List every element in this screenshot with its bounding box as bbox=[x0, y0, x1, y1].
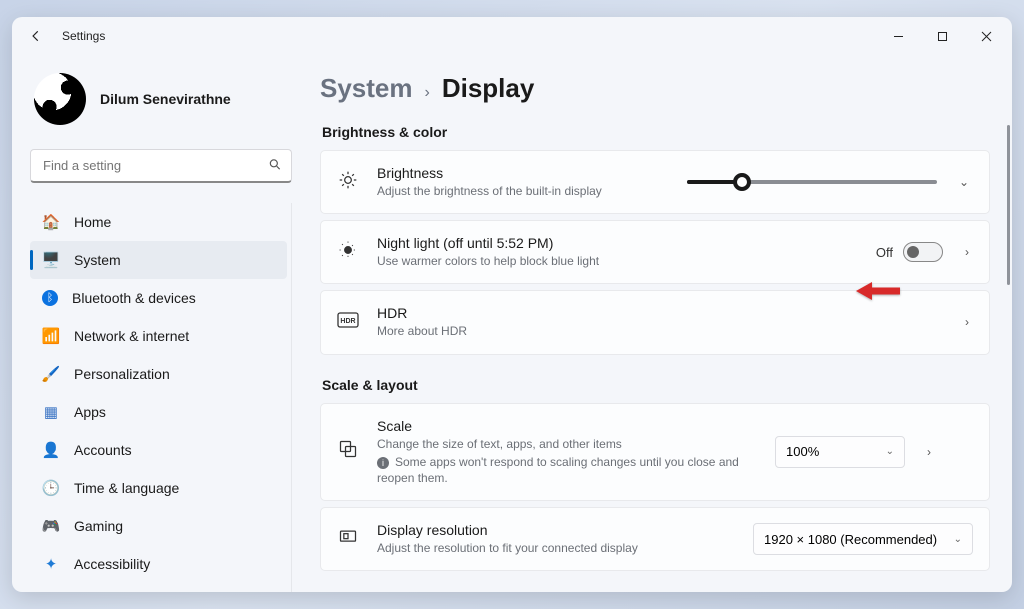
info-icon: i bbox=[377, 457, 389, 469]
sidebar-item-time[interactable]: 🕒 Time & language bbox=[30, 469, 287, 507]
hdr-title: HDR bbox=[377, 305, 943, 321]
night-light-desc: Use warmer colors to help block blue lig… bbox=[377, 253, 858, 269]
sidebar-item-label: Accounts bbox=[74, 442, 132, 458]
search-field bbox=[30, 149, 292, 183]
sidebar-item-label: Apps bbox=[74, 404, 106, 420]
chevron-down-icon: ⌄ bbox=[886, 446, 894, 457]
avatar bbox=[34, 73, 86, 125]
slider-thumb[interactable] bbox=[733, 173, 751, 191]
resolution-icon bbox=[337, 527, 359, 552]
chevron-right-icon: › bbox=[425, 84, 430, 102]
brush-icon: 🖌️ bbox=[42, 365, 60, 383]
brightness-desc: Adjust the brightness of the built-in di… bbox=[377, 183, 669, 199]
system-icon: 🖥️ bbox=[42, 251, 60, 269]
sidebar-item-label: Personalization bbox=[74, 366, 170, 382]
sidebar-item-apps[interactable]: ▦ Apps bbox=[30, 393, 287, 431]
brightness-card[interactable]: Brightness Adjust the brightness of the … bbox=[320, 150, 990, 214]
clock-icon: 🕒 bbox=[42, 479, 60, 497]
resolution-card[interactable]: Display resolution Adjust the resolution… bbox=[320, 507, 990, 571]
accounts-icon: 👤 bbox=[42, 441, 60, 459]
hdr-card[interactable]: HDR HDR More about HDR › bbox=[320, 290, 990, 354]
scale-warning: iSome apps won't respond to scaling chan… bbox=[377, 454, 757, 486]
svg-text:HDR: HDR bbox=[340, 318, 355, 325]
sun-icon bbox=[337, 170, 359, 195]
chevron-right-icon: › bbox=[961, 315, 973, 329]
sidebar-item-label: Gaming bbox=[74, 518, 123, 534]
section-brightness-color: Brightness & color bbox=[322, 124, 990, 140]
sidebar-item-label: Home bbox=[74, 214, 111, 230]
night-light-card[interactable]: Night light (off until 5:52 PM) Use warm… bbox=[320, 220, 990, 284]
breadcrumb-current: Display bbox=[442, 73, 535, 104]
home-icon: 🏠 bbox=[42, 213, 60, 231]
scale-value: 100% bbox=[786, 444, 819, 459]
search-icon bbox=[268, 158, 282, 175]
sidebar-item-label: Network & internet bbox=[74, 328, 189, 344]
breadcrumb: System › Display bbox=[320, 73, 990, 104]
scale-select[interactable]: 100% ⌄ bbox=[775, 436, 905, 468]
chevron-right-icon: › bbox=[923, 445, 935, 459]
scale-card[interactable]: Scale Change the size of text, apps, and… bbox=[320, 403, 990, 502]
toggle-state-label: Off bbox=[876, 245, 893, 260]
window-controls bbox=[876, 21, 1008, 51]
breadcrumb-parent[interactable]: System bbox=[320, 73, 413, 104]
back-button[interactable] bbox=[22, 22, 50, 50]
scale-icon bbox=[337, 439, 359, 464]
gaming-icon: 🎮 bbox=[42, 517, 60, 535]
sidebar-item-home[interactable]: 🏠 Home bbox=[30, 203, 287, 241]
sidebar-item-gaming[interactable]: 🎮 Gaming bbox=[30, 507, 287, 545]
brightness-title: Brightness bbox=[377, 165, 669, 181]
app-title: Settings bbox=[62, 29, 105, 43]
sidebar-item-accessibility[interactable]: ✦ Accessibility bbox=[30, 545, 287, 583]
sidebar-item-system[interactable]: 🖥️ System bbox=[30, 241, 287, 279]
night-light-toggle[interactable] bbox=[903, 242, 943, 262]
hdr-desc: More about HDR bbox=[377, 323, 943, 339]
scale-title: Scale bbox=[377, 418, 757, 434]
accessibility-icon: ✦ bbox=[42, 555, 60, 573]
resolution-value: 1920 × 1080 (Recommended) bbox=[764, 532, 937, 547]
sidebar-item-bluetooth[interactable]: ᛒ Bluetooth & devices bbox=[30, 279, 287, 317]
profile[interactable]: Dilum Senevirathne bbox=[30, 73, 292, 125]
bluetooth-icon: ᛒ bbox=[42, 290, 58, 306]
close-button[interactable] bbox=[964, 21, 1008, 51]
night-light-title: Night light (off until 5:52 PM) bbox=[377, 235, 858, 251]
sidebar-item-personalization[interactable]: 🖌️ Personalization bbox=[30, 355, 287, 393]
chevron-right-icon: › bbox=[961, 245, 973, 259]
sidebar-item-label: Accessibility bbox=[74, 556, 150, 572]
brightness-slider[interactable] bbox=[687, 172, 937, 192]
minimize-button[interactable] bbox=[876, 21, 920, 51]
sidebar-item-label: Bluetooth & devices bbox=[72, 290, 196, 306]
hdr-icon: HDR bbox=[337, 312, 359, 333]
resolution-title: Display resolution bbox=[377, 522, 735, 538]
search-input[interactable] bbox=[30, 149, 292, 183]
sidebar-item-label: System bbox=[74, 252, 121, 268]
scale-desc: Change the size of text, apps, and other… bbox=[377, 436, 757, 452]
night-light-icon bbox=[337, 240, 359, 265]
apps-icon: ▦ bbox=[42, 403, 60, 421]
titlebar: Settings bbox=[12, 17, 1012, 55]
sidebar-item-label: Time & language bbox=[74, 480, 179, 496]
sidebar: Dilum Senevirathne 🏠 Home 🖥️ System ᛒ bbox=[12, 55, 298, 592]
user-name: Dilum Senevirathne bbox=[100, 91, 231, 107]
resolution-desc: Adjust the resolution to fit your connec… bbox=[377, 540, 735, 556]
chevron-down-icon: ⌄ bbox=[954, 534, 962, 545]
night-light-toggle-group: Off bbox=[876, 242, 943, 262]
section-scale-layout: Scale & layout bbox=[322, 377, 990, 393]
resolution-select[interactable]: 1920 × 1080 (Recommended) ⌄ bbox=[753, 523, 973, 555]
content-area: System › Display Brightness & color Brig… bbox=[298, 55, 1012, 592]
nav-list: 🏠 Home 🖥️ System ᛒ Bluetooth & devices 📶… bbox=[30, 203, 292, 592]
sidebar-item-network[interactable]: 📶 Network & internet bbox=[30, 317, 287, 355]
settings-window: Settings Dilum Senevirathne bbox=[12, 17, 1012, 592]
chevron-down-icon[interactable]: ⌄ bbox=[955, 175, 973, 189]
wifi-icon: 📶 bbox=[42, 327, 60, 345]
sidebar-item-accounts[interactable]: 👤 Accounts bbox=[30, 431, 287, 469]
maximize-button[interactable] bbox=[920, 21, 964, 51]
